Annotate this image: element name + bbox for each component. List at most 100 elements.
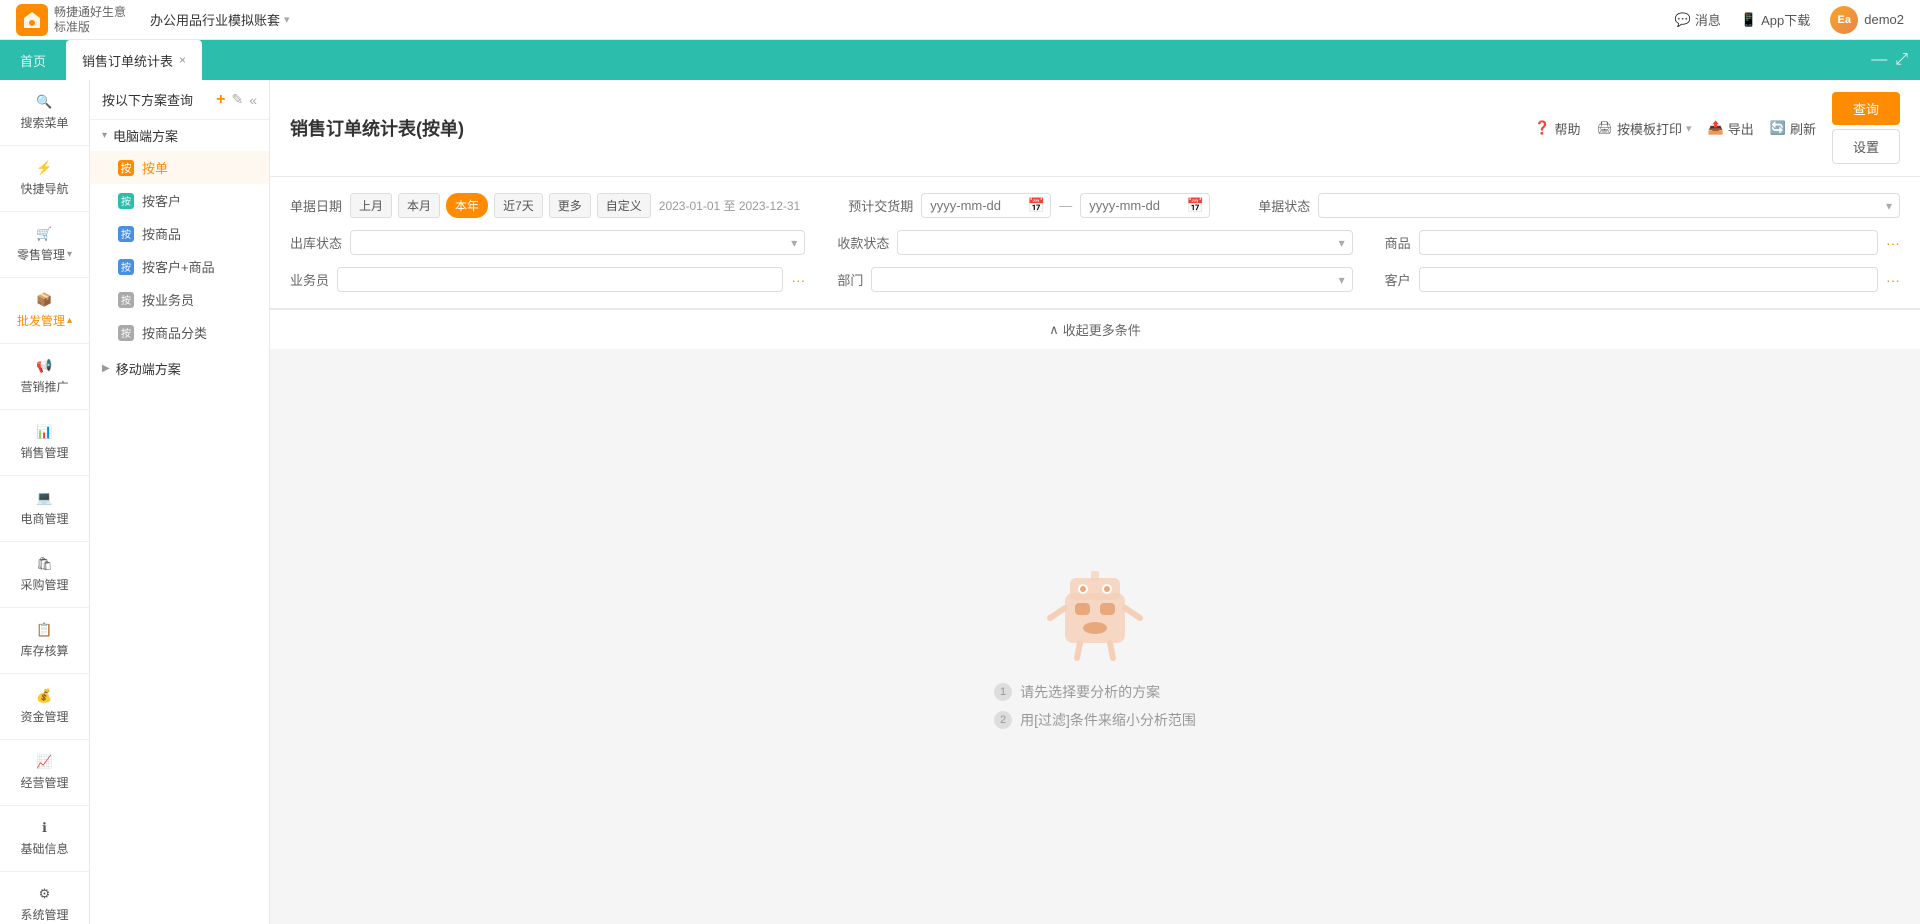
page-title: 销售订单统计表(按单) <box>290 115 464 141</box>
customer-more-dots[interactable]: ··· <box>1886 272 1900 288</box>
help-button[interactable]: ❓ 帮助 <box>1534 119 1580 138</box>
refresh-button[interactable]: 🔄 刷新 <box>1770 119 1816 138</box>
tip-text-2: 用[过滤]条件来缩小分析范围 <box>1020 710 1196 730</box>
query-button[interactable]: 查询 <box>1832 92 1900 125</box>
salesperson-label: 业务员 <box>290 270 329 289</box>
date-range-display: 2023-01-01 至 2023-12-31 <box>659 197 800 214</box>
scheme-item-by-customer-product[interactable]: 按 按客户+商品 <box>90 250 269 283</box>
sidebar-item-wholesale[interactable]: 📦 批发管理 ▴ <box>0 278 89 344</box>
salesperson-more-dots[interactable]: ··· <box>791 272 805 288</box>
scheme-panel: 按以下方案查询 + ✎ « ▾ 电脑端方案 按 按单 按 按客户 <box>90 80 270 924</box>
scheme-edit-button[interactable]: ✎ <box>231 91 243 108</box>
scheme-item-by-salesperson[interactable]: 按 按业务员 <box>90 283 269 316</box>
tab-sales-order-stats[interactable]: 销售订单统计表 × <box>66 40 202 80</box>
date-separator: — <box>1059 198 1072 213</box>
wholesale-icon: 📦 <box>36 292 52 308</box>
shortcut-icon: ⚡ <box>36 160 52 176</box>
scheme-add-button[interactable]: + <box>216 91 225 109</box>
filter-section: 单据日期 上月 本月 本年 近7天 更多 自定义 2023-01-01 至 20… <box>270 177 1920 309</box>
sidebar-item-retail[interactable]: 🛒 零售管理 ▾ <box>0 212 89 278</box>
sidebar-item-basic-info[interactable]: ℹ 基础信息 <box>0 806 89 872</box>
customer-input[interactable] <box>1419 267 1878 292</box>
date-btn-last-month[interactable]: 上月 <box>350 193 392 218</box>
date-btn-7days[interactable]: 近7天 <box>494 193 543 218</box>
date-btn-more[interactable]: 更多 <box>549 193 591 218</box>
scheme-category-arrow: ▾ <box>102 130 107 141</box>
print-button[interactable]: 🖨 按模板打印 ▾ <box>1597 119 1692 138</box>
scheme-collapse-button[interactable]: « <box>249 92 257 108</box>
delivery-date-end-input[interactable] <box>1080 193 1210 218</box>
sidebar-item-ecommerce[interactable]: 💻 电商管理 <box>0 476 89 542</box>
sidebar-item-sales[interactable]: 📊 销售管理 <box>0 410 89 476</box>
page-actions: ❓ 帮助 🖨 按模板打印 ▾ 📤 导出 🔄 刷新 <box>1534 92 1900 164</box>
date-label: 单据日期 <box>290 196 342 215</box>
sidebar-item-finance[interactable]: 💰 资金管理 <box>0 674 89 740</box>
message-button[interactable]: 💬 消息 <box>1675 10 1721 29</box>
export-icon: 📤 <box>1708 120 1724 136</box>
collapse-bar[interactable]: ∧ 收起更多条件 <box>270 309 1920 349</box>
ship-status-select[interactable] <box>350 230 805 255</box>
scheme-icon-product: 按 <box>118 226 134 242</box>
scheme-item-by-product[interactable]: 按 按商品 <box>90 217 269 250</box>
sidebar-item-marketing[interactable]: 📢 营销推广 <box>0 344 89 410</box>
ship-status-select-wrapper <box>350 230 805 255</box>
sidebar-item-shortcut[interactable]: ⚡ 快捷导航 <box>0 146 89 212</box>
delivery-date-end-wrapper: 📅 <box>1080 193 1210 218</box>
avatar: Ea <box>1830 6 1858 34</box>
refresh-icon: 🔄 <box>1770 120 1786 136</box>
scheme-category-desktop[interactable]: ▾ 电脑端方案 <box>90 120 269 151</box>
wholesale-expand-arrow: ▴ <box>67 315 72 326</box>
receipt-status-label: 收款状态 <box>837 233 889 252</box>
inventory-icon: 📋 <box>36 622 52 638</box>
sidebar-item-search[interactable]: 🔍 搜索菜单 <box>0 80 89 146</box>
salesperson-input[interactable] <box>337 267 783 292</box>
empty-tips: 1 请先选择要分析的方案 2 用[过滤]条件来缩小分析范围 <box>994 682 1196 730</box>
department-select[interactable] <box>871 267 1352 292</box>
date-btn-this-year[interactable]: 本年 <box>446 193 488 218</box>
scheme-icon-customer: 按 <box>118 193 134 209</box>
product-more-dots[interactable]: ··· <box>1886 235 1900 251</box>
scheme-item-by-product-category[interactable]: 按 按商品分类 <box>90 316 269 349</box>
marketing-icon: 📢 <box>36 358 52 374</box>
scheme-icon-sales: 按 <box>118 292 134 308</box>
logo-icon <box>16 4 48 36</box>
user-menu[interactable]: Ea demo2 <box>1830 6 1904 34</box>
app-download-button[interactable]: 📱 App下载 <box>1741 10 1810 29</box>
scheme-item-by-customer[interactable]: 按 按客户 <box>90 184 269 217</box>
content-area: 按以下方案查询 + ✎ « ▾ 电脑端方案 按 按单 按 按客户 <box>90 80 1920 924</box>
sidebar-item-operations[interactable]: 📈 经营管理 <box>0 740 89 806</box>
ecommerce-icon: 💻 <box>36 490 52 506</box>
empty-illustration <box>1035 543 1155 666</box>
print-icon: 🖨 <box>1597 120 1614 136</box>
expected-delivery-label: 预计交货期 <box>848 196 913 215</box>
collapse-arrow-icon: ∧ <box>1049 322 1059 338</box>
tab-minimize-icon[interactable]: — <box>1871 51 1887 69</box>
date-btn-this-month[interactable]: 本月 <box>398 193 440 218</box>
scheme-panel-header: 按以下方案查询 + ✎ « <box>90 80 269 120</box>
sidebar-item-inventory[interactable]: 📋 库存核算 <box>0 608 89 674</box>
receipt-status-select[interactable] <box>897 230 1352 255</box>
scheme-item-by-order[interactable]: 按 按单 <box>90 151 269 184</box>
tab-home[interactable]: 首页 <box>0 40 66 80</box>
tab-maximize-icon[interactable]: ⤢ <box>1895 51 1908 69</box>
empty-tip-1: 1 请先选择要分析的方案 <box>994 682 1196 702</box>
app-title-selector[interactable]: 办公用品行业模拟账套 ▾ <box>150 10 290 29</box>
logo-text: 畅捷通好生意 标准版 <box>54 5 126 34</box>
collapse-label: 收起更多条件 <box>1063 320 1141 339</box>
scheme-category-mobile[interactable]: ▶ 移动端方案 <box>90 353 269 384</box>
print-arrow-icon: ▾ <box>1686 122 1692 135</box>
delivery-date-start-input[interactable] <box>921 193 1051 218</box>
sidebar-item-purchase[interactable]: 🛍 采购管理 <box>0 542 89 608</box>
message-icon: 💬 <box>1675 12 1691 28</box>
status-label: 单据状态 <box>1258 196 1310 215</box>
export-button[interactable]: 📤 导出 <box>1708 119 1754 138</box>
sidebar: 🔍 搜索菜单 ⚡ 快捷导航 🛒 零售管理 ▾ 📦 批发管理 ▴ 📢 营销推广 <box>0 80 90 924</box>
tip-num-2: 2 <box>994 711 1012 729</box>
basicinfo-icon: ℹ <box>42 820 47 836</box>
date-btn-custom[interactable]: 自定义 <box>597 193 651 218</box>
sidebar-item-system[interactable]: ⚙ 系统管理 <box>0 872 89 924</box>
product-input[interactable] <box>1419 230 1878 255</box>
tab-close-icon[interactable]: × <box>179 53 186 67</box>
setting-button[interactable]: 设置 <box>1832 129 1900 164</box>
status-select[interactable] <box>1318 193 1900 218</box>
